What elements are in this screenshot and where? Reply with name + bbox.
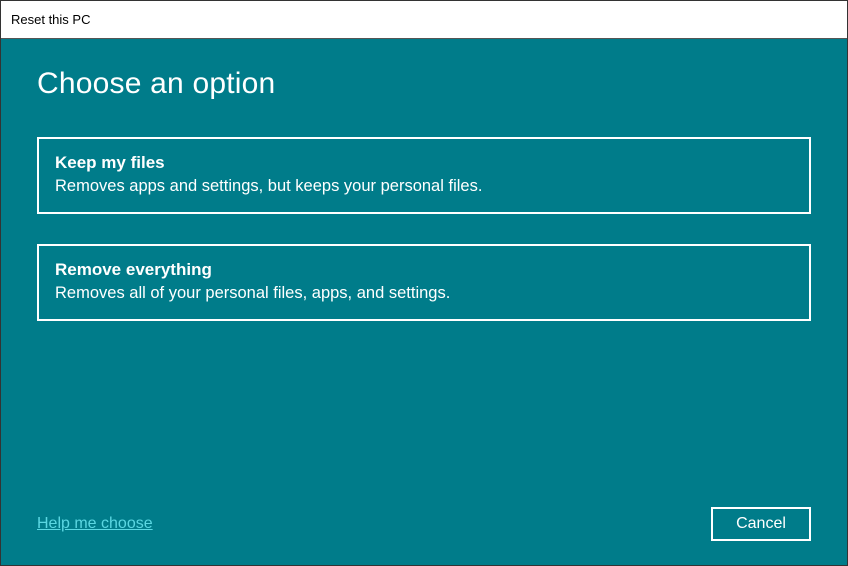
footer: Help me choose Cancel [37,507,811,541]
option-description: Removes apps and settings, but keeps you… [55,177,793,196]
title-bar: Reset this PC [1,1,847,39]
content-area: Choose an option Keep my files Removes a… [1,39,847,565]
option-description: Removes all of your personal files, apps… [55,284,793,303]
options-container: Keep my files Removes apps and settings,… [37,137,811,321]
cancel-button[interactable]: Cancel [711,507,811,541]
help-me-choose-link[interactable]: Help me choose [37,515,153,533]
option-title: Keep my files [55,153,793,173]
option-remove-everything[interactable]: Remove everything Removes all of your pe… [37,244,811,321]
page-heading: Choose an option [37,67,811,101]
window-title: Reset this PC [11,12,90,27]
option-keep-my-files[interactable]: Keep my files Removes apps and settings,… [37,137,811,214]
option-title: Remove everything [55,260,793,280]
